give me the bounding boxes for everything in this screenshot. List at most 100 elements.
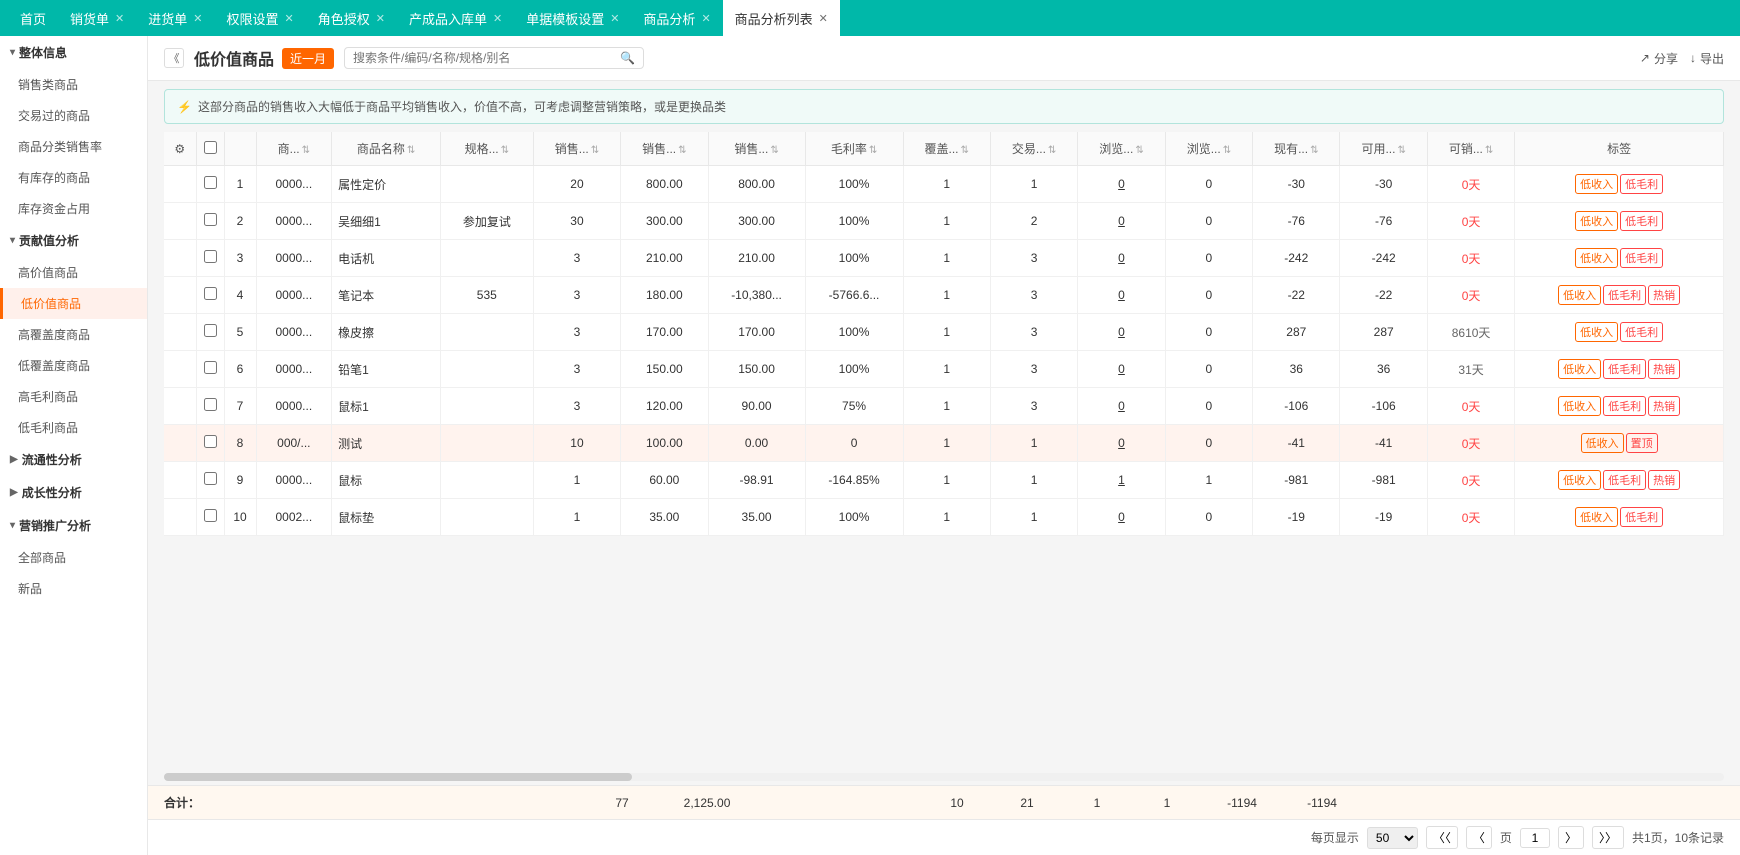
nav-template-settings[interactable]: 单据模板设置 ✕ <box>514 0 631 36</box>
sidebar-item-all-goods[interactable]: 全部商品 <box>0 542 147 573</box>
close-icon[interactable]: ✕ <box>376 12 385 25</box>
sidebar-group-contribution[interactable]: ▾ 贡献值分析 <box>0 224 147 257</box>
browse-link[interactable]: 0 <box>1118 325 1125 339</box>
browse-link[interactable]: 0 <box>1118 399 1125 413</box>
scrollbar-thumb[interactable] <box>164 773 632 781</box>
checkbox-cell[interactable] <box>196 314 224 351</box>
sidebar-group-growth[interactable]: ▶ 成长性分析 <box>0 476 147 509</box>
browse-link[interactable]: 0 <box>1118 251 1125 265</box>
browse1[interactable]: 0 <box>1078 314 1165 351</box>
close-icon[interactable]: ✕ <box>285 12 294 25</box>
sidebar-item-traded-goods[interactable]: 交易过的商品 <box>0 100 147 131</box>
sidebar-item-low-coverage[interactable]: 低覆盖度商品 <box>0 350 147 381</box>
row-checkbox[interactable] <box>204 435 217 448</box>
sidebar-item-category-sales-rate[interactable]: 商品分类销售率 <box>0 131 147 162</box>
checkbox-cell[interactable] <box>196 240 224 277</box>
nav-finished-goods[interactable]: 产成品入库单 ✕ <box>397 0 514 36</box>
sales-net-column-header[interactable]: 销售...⇅ <box>708 132 805 166</box>
share-button[interactable]: ↗ 分享 <box>1640 50 1678 67</box>
first-page-button[interactable]: 〈〈 <box>1426 826 1458 849</box>
browse1[interactable]: 0 <box>1078 277 1165 314</box>
spec-column-header[interactable]: 规格...⇅ <box>440 132 533 166</box>
browse1[interactable]: 0 <box>1078 499 1165 536</box>
browse-link[interactable]: 0 <box>1118 436 1125 450</box>
nav-permissions[interactable]: 权限设置 ✕ <box>214 0 305 36</box>
row-checkbox[interactable] <box>204 287 217 300</box>
browse1[interactable]: 0 <box>1078 240 1165 277</box>
select-all-checkbox[interactable] <box>204 141 217 154</box>
row-checkbox[interactable] <box>204 361 217 374</box>
browse1[interactable]: 0 <box>1078 203 1165 240</box>
current-stock-column-header[interactable]: 现有...⇅ <box>1253 132 1340 166</box>
nav-product-analysis[interactable]: 商品分析 ✕ <box>631 0 722 36</box>
sales-amt-column-header[interactable]: 销售...⇅ <box>621 132 708 166</box>
export-button[interactable]: ↓ 导出 <box>1690 50 1724 67</box>
browse2-column-header[interactable]: 浏览...⇅ <box>1165 132 1252 166</box>
browse1[interactable]: 0 <box>1078 388 1165 425</box>
browse-link[interactable]: 0 <box>1118 288 1125 302</box>
browse-link[interactable]: 0 <box>1118 510 1125 524</box>
search-icon[interactable]: 🔍 <box>620 51 635 65</box>
sidebar-item-high-coverage[interactable]: 高覆盖度商品 <box>0 319 147 350</box>
sidebar-item-high-value[interactable]: 高价值商品 <box>0 257 147 288</box>
sidebar-item-high-margin[interactable]: 高毛利商品 <box>0 381 147 412</box>
browse-link[interactable]: 1 <box>1118 473 1125 487</box>
coverage-column-header[interactable]: 覆盖...⇅ <box>903 132 990 166</box>
code-column-header[interactable]: 商...⇅ <box>256 132 332 166</box>
prev-page-button[interactable]: 〈 <box>1466 826 1492 849</box>
nav-sales[interactable]: 销货单 ✕ <box>58 0 136 36</box>
browse-link[interactable]: 0 <box>1118 362 1125 376</box>
collapse-button[interactable]: 《 <box>164 48 184 68</box>
close-icon[interactable]: ✕ <box>493 12 502 25</box>
sidebar-group-marketing[interactable]: ▾ 营销推广分析 <box>0 509 147 542</box>
sidebar-item-low-margin[interactable]: 低毛利商品 <box>0 412 147 443</box>
settings-column-header[interactable]: ⚙ <box>164 132 196 166</box>
row-checkbox[interactable] <box>204 324 217 337</box>
row-checkbox[interactable] <box>204 213 217 226</box>
nav-product-analysis-list[interactable]: 商品分析列表 ✕ <box>723 0 840 36</box>
checkbox-cell[interactable] <box>196 462 224 499</box>
page-number-input[interactable] <box>1520 828 1550 848</box>
close-icon[interactable]: ✕ <box>193 12 202 25</box>
sidebar-item-sales-goods[interactable]: 销售类商品 <box>0 69 147 100</box>
close-icon[interactable]: ✕ <box>819 12 828 25</box>
row-checkbox[interactable] <box>204 250 217 263</box>
checkbox-cell[interactable] <box>196 277 224 314</box>
row-checkbox[interactable] <box>204 472 217 485</box>
sidebar-item-new-goods[interactable]: 新品 <box>0 573 147 604</box>
browse1[interactable]: 0 <box>1078 425 1165 462</box>
row-checkbox[interactable] <box>204 398 217 411</box>
browse1[interactable]: 1 <box>1078 462 1165 499</box>
search-input[interactable] <box>353 51 616 65</box>
close-icon[interactable]: ✕ <box>610 12 619 25</box>
sidebar-item-low-value[interactable]: 低价值商品 <box>0 288 147 319</box>
checkbox-cell[interactable] <box>196 166 224 203</box>
checkbox-cell[interactable] <box>196 425 224 462</box>
sidebar-group-overall[interactable]: ▾ 整体信息 <box>0 36 147 69</box>
sidebar-item-inventory-capital[interactable]: 库存资金占用 <box>0 193 147 224</box>
browse1[interactable]: 0 <box>1078 351 1165 388</box>
browse1-column-header[interactable]: 浏览...⇅ <box>1078 132 1165 166</box>
checkbox-cell[interactable] <box>196 203 224 240</box>
sidebar-item-in-stock-goods[interactable]: 有库存的商品 <box>0 162 147 193</box>
sales-qty-column-header[interactable]: 销售...⇅ <box>533 132 620 166</box>
browse1[interactable]: 0 <box>1078 166 1165 203</box>
trade-column-header[interactable]: 交易...⇅ <box>990 132 1077 166</box>
sidebar-group-circulation[interactable]: ▶ 流通性分析 <box>0 443 147 476</box>
nav-purchase[interactable]: 进货单 ✕ <box>136 0 214 36</box>
last-page-button[interactable]: 〉〉 <box>1592 826 1624 849</box>
gross-rate-column-header[interactable]: 毛利率⇅ <box>805 132 903 166</box>
row-checkbox[interactable] <box>204 176 217 189</box>
name-column-header[interactable]: 商品名称⇅ <box>332 132 441 166</box>
next-page-button[interactable]: 〉 <box>1558 826 1584 849</box>
date-filter-button[interactable]: 近一月 <box>282 48 334 69</box>
browse-link[interactable]: 0 <box>1118 177 1125 191</box>
checkbox-cell[interactable] <box>196 499 224 536</box>
checkbox-cell[interactable] <box>196 388 224 425</box>
close-icon[interactable]: ✕ <box>701 12 710 25</box>
close-icon[interactable]: ✕ <box>115 12 124 25</box>
nav-roles[interactable]: 角色授权 ✕ <box>306 0 397 36</box>
row-checkbox[interactable] <box>204 509 217 522</box>
available-column-header[interactable]: 可用...⇅ <box>1340 132 1427 166</box>
sellable-column-header[interactable]: 可销...⇅ <box>1427 132 1514 166</box>
